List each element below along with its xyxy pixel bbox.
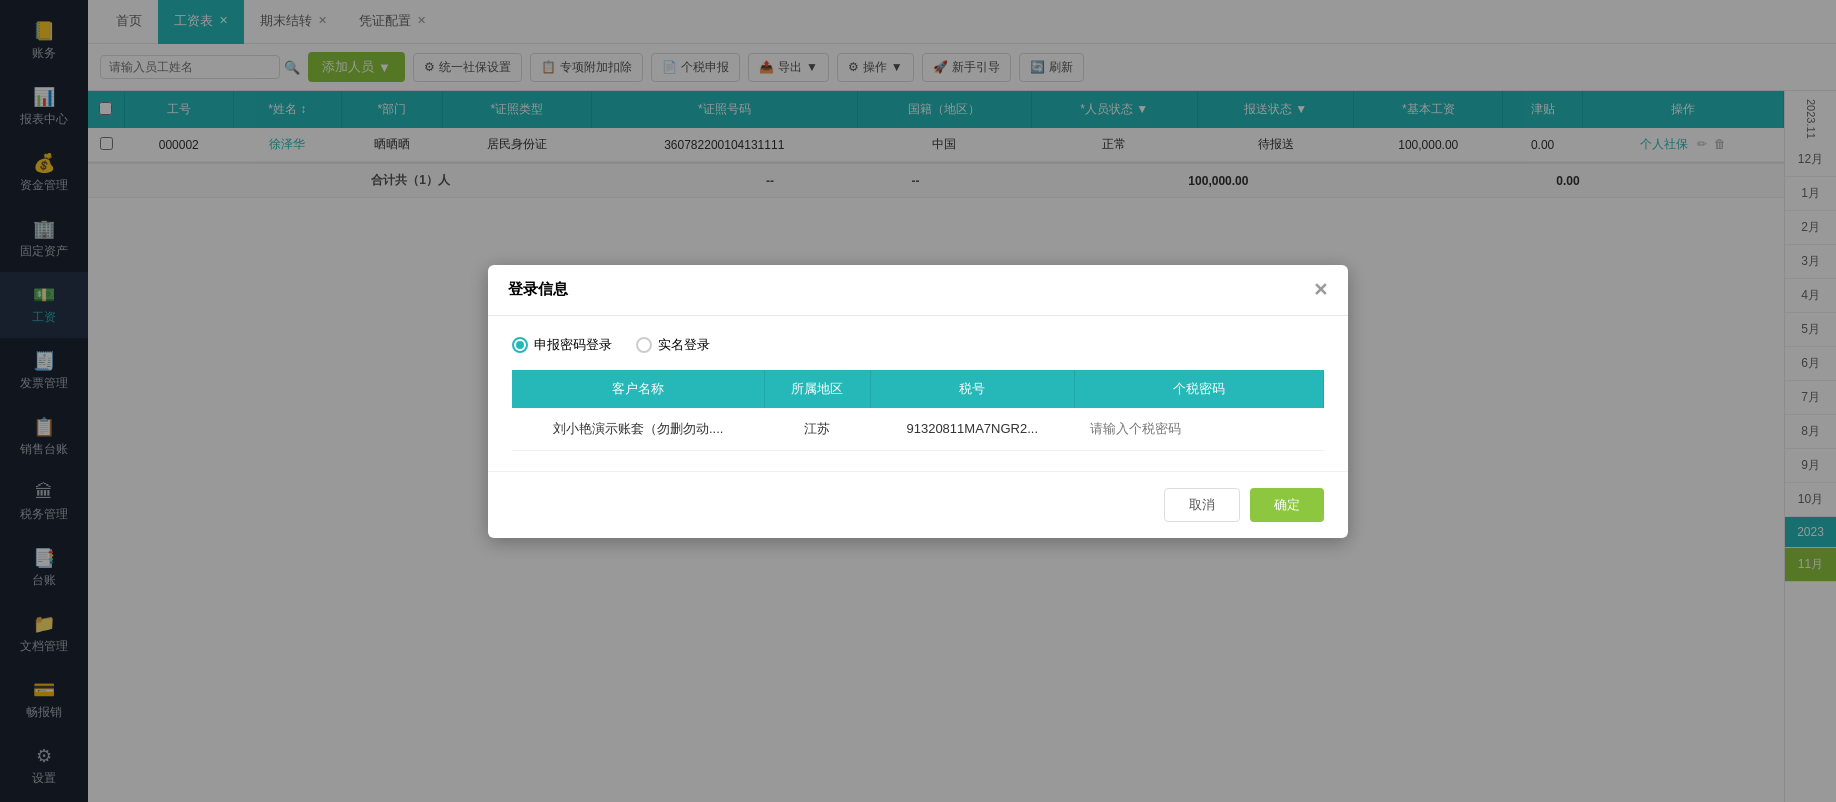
login-dialog: 登录信息 ✕ 申报密码登录 实名登录 客户名称 所属地区 [488, 265, 1348, 538]
dialog-cell-password [1074, 408, 1323, 451]
dialog-client-table: 客户名称 所属地区 税号 个税密码 刘小艳演示账套（勿删勿动.... 江苏 91… [512, 370, 1324, 451]
dialog-cell-client: 刘小艳演示账套（勿删勿动.... [512, 408, 764, 451]
login-type-radio-group: 申报密码登录 实名登录 [512, 336, 1324, 354]
dialog-col-password: 个税密码 [1074, 370, 1323, 408]
dialog-col-taxno: 税号 [870, 370, 1074, 408]
dialog-col-region: 所属地区 [764, 370, 870, 408]
dialog-body: 申报密码登录 实名登录 客户名称 所属地区 税号 个税密码 [488, 316, 1348, 471]
radio-realname-dot [636, 337, 652, 353]
dialog-col-client: 客户名称 [512, 370, 764, 408]
radio-realname-login[interactable]: 实名登录 [636, 336, 710, 354]
tax-password-input[interactable] [1090, 421, 1307, 436]
dialog-table-row: 刘小艳演示账套（勿删勿动.... 江苏 91320811MA7NGR2... [512, 408, 1324, 451]
dialog-overlay: 登录信息 ✕ 申报密码登录 实名登录 客户名称 所属地区 [0, 0, 1836, 802]
dialog-title: 登录信息 [508, 280, 568, 299]
dialog-footer: 取消 确定 [488, 471, 1348, 538]
dialog-close-button[interactable]: ✕ [1313, 279, 1328, 301]
confirm-button[interactable]: 确定 [1250, 488, 1324, 522]
dialog-cell-region: 江苏 [764, 408, 870, 451]
cancel-button[interactable]: 取消 [1164, 488, 1240, 522]
radio-password-dot [512, 337, 528, 353]
radio-password-login[interactable]: 申报密码登录 [512, 336, 612, 354]
dialog-header: 登录信息 ✕ [488, 265, 1348, 316]
dialog-cell-taxno: 91320811MA7NGR2... [870, 408, 1074, 451]
